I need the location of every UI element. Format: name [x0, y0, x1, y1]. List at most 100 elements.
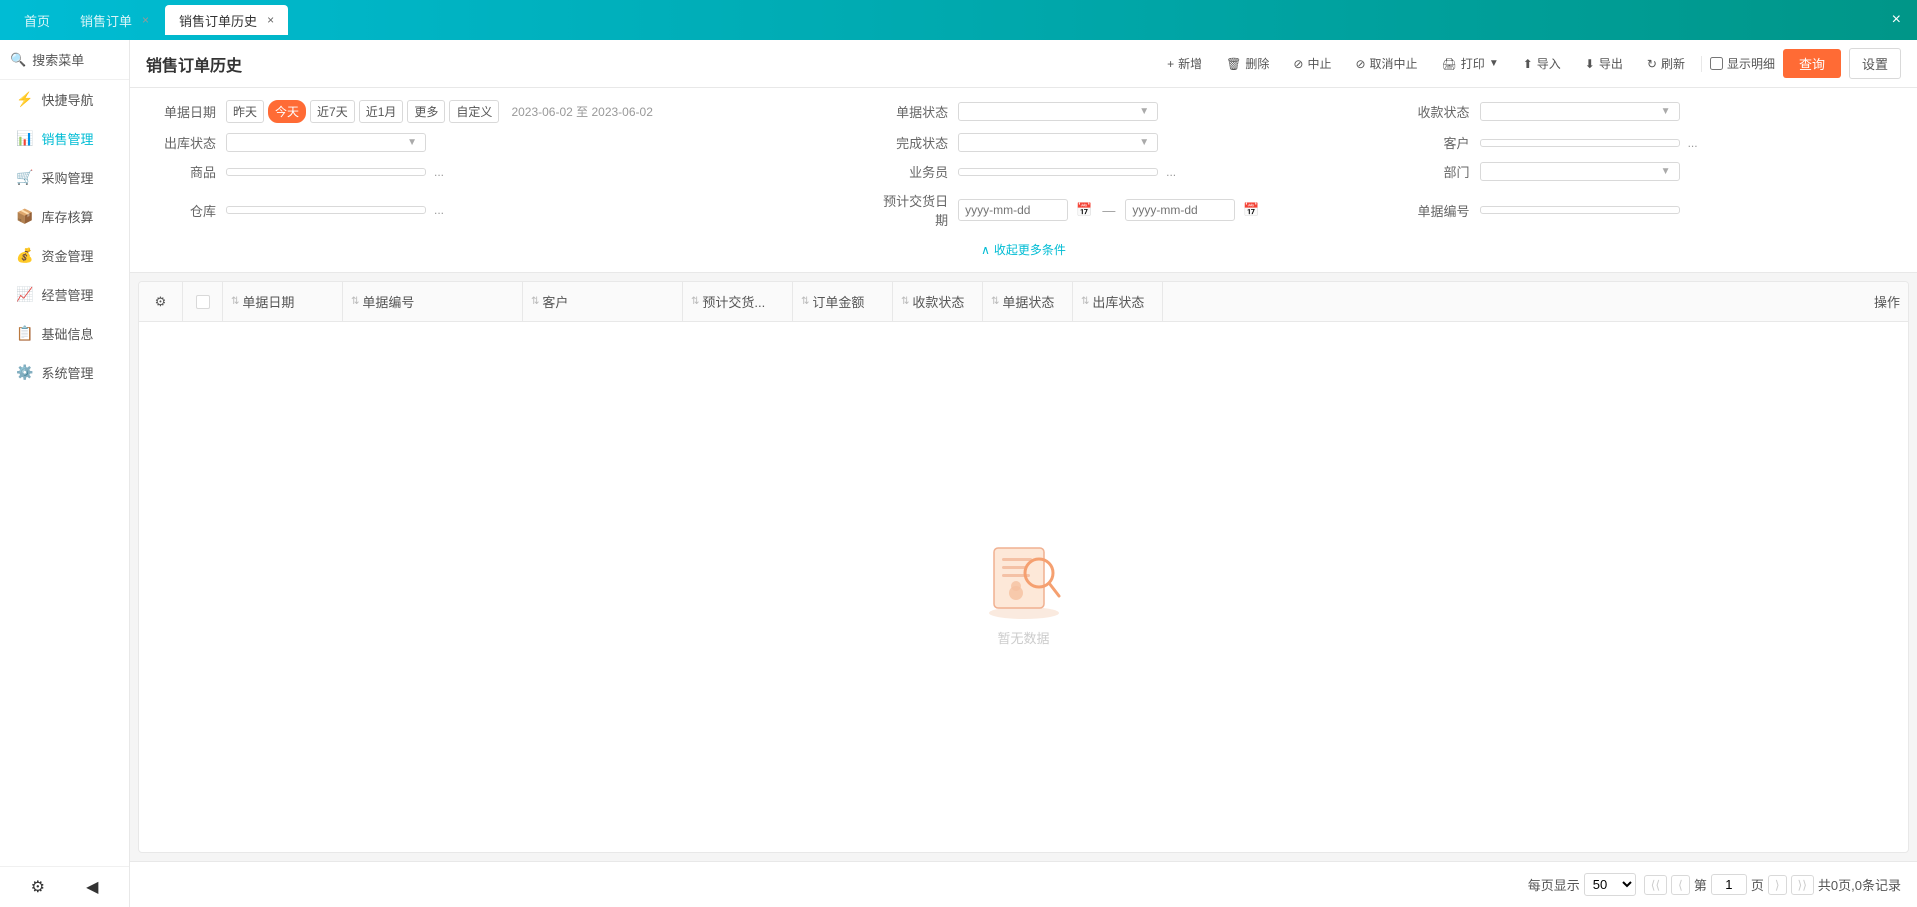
page-nav: ⟨⟨ ⟨ 第 页 ⟩ ⟩⟩ 共0页,0条记录 [1644, 874, 1901, 895]
customer-label: 客户 [1400, 133, 1480, 152]
sidebar-item-quick-nav[interactable]: ⚡ 快捷导航 [0, 80, 129, 119]
sidebar-item-basic-info[interactable]: 📋 基础信息 [0, 314, 129, 353]
th-bill-status[interactable]: ⇅ 单据状态 [983, 282, 1073, 321]
top-close-btn[interactable]: × [1886, 9, 1907, 31]
sidebar-settings-icon[interactable]: ⚙ [31, 877, 45, 897]
delete-button[interactable]: 🗑 删除 [1218, 51, 1277, 76]
th-date[interactable]: ⇅ 单据日期 [223, 282, 343, 321]
payment-status-select[interactable]: ▼ [1480, 102, 1680, 121]
date-btn-yesterday[interactable]: 昨天 [226, 100, 264, 123]
stop-button[interactable]: ⊘ 中止 [1285, 51, 1339, 76]
bill-date-field: 昨天 今天 近7天 近1月 更多 自定义 2023-06-02 至 2023-0… [226, 100, 858, 123]
salesman-select[interactable] [958, 168, 1158, 176]
sidebar-item-inventory[interactable]: 📦 库存核算 [0, 197, 129, 236]
th-settings[interactable]: ⚙ [139, 282, 183, 321]
page-size-select[interactable]: 10 20 50 100 [1584, 873, 1636, 896]
sidebar-item-inventory-label: 库存核算 [41, 207, 93, 226]
date-btn-more[interactable]: 更多 [407, 100, 445, 123]
export-button[interactable]: ⬇ 导出 [1577, 51, 1631, 76]
sidebar-search[interactable]: 🔍 搜索菜单 [0, 40, 129, 80]
next-page-btn[interactable]: ⟩ [1768, 875, 1787, 895]
goods-more-btn[interactable]: ... [430, 165, 448, 179]
date-btn-7days[interactable]: 近7天 [310, 100, 355, 123]
filter-row-1: 单据日期 昨天 今天 近7天 近1月 更多 自定义 2023-06-02 至 2… [146, 100, 1901, 123]
bill-status-arrow-icon: ▼ [1139, 106, 1149, 117]
bill-date-label: 单据日期 [146, 102, 226, 121]
bill-status-field: ▼ [958, 102, 1379, 121]
last-page-btn[interactable]: ⟩⟩ [1791, 875, 1814, 895]
warehouse-status-select[interactable]: ▼ [226, 133, 426, 152]
cancel-stop-button[interactable]: ⊘ 取消中止 [1347, 51, 1425, 76]
bill-no-input[interactable] [1480, 206, 1680, 214]
delivery-date-end-cal-icon[interactable]: 📅 [1243, 202, 1259, 218]
date-btn-custom[interactable]: 自定义 [449, 100, 499, 123]
page-size-wrapper: 每页显示 10 20 50 100 [1528, 873, 1636, 896]
empty-text: 暂无数据 [997, 628, 1049, 647]
th-pay-status[interactable]: ⇅ 收款状态 [893, 282, 983, 321]
salesman-more-btn[interactable]: ... [1162, 165, 1180, 179]
complete-status-arrow-icon: ▼ [1139, 137, 1149, 148]
prev-page-btn[interactable]: ⟨ [1671, 875, 1690, 895]
collapse-button[interactable]: ∧ 收起更多条件 [979, 239, 1068, 260]
customer-select[interactable] [1480, 139, 1680, 147]
sidebar-item-purchase-mgmt[interactable]: 🛒 采购管理 [0, 158, 129, 197]
sort-delivery-icon: ⇅ [691, 296, 699, 307]
delivery-date-start-input[interactable] [958, 199, 1068, 221]
delivery-date-end-input[interactable] [1125, 199, 1235, 221]
first-page-btn[interactable]: ⟨⟨ [1644, 875, 1667, 895]
top-bar-right: × [1886, 9, 1907, 31]
department-field: ▼ [1480, 162, 1901, 181]
th-checkbox[interactable] [183, 282, 223, 321]
warehouse-label: 仓库 [146, 201, 226, 220]
query-button[interactable]: 查询 [1783, 49, 1841, 78]
complete-status-field: ▼ [958, 133, 1379, 152]
filter-area: 单据日期 昨天 今天 近7天 近1月 更多 自定义 2023-06-02 至 2… [130, 88, 1917, 273]
tab-sales-history-close[interactable]: × [267, 13, 274, 27]
page-suffix: 页 [1751, 875, 1764, 894]
sidebar-expand-icon[interactable]: ◀ [86, 877, 98, 897]
th-no[interactable]: ⇅ 单据编号 [343, 282, 523, 321]
delivery-date-start-cal-icon[interactable]: 📅 [1076, 202, 1092, 218]
tab-sales-order[interactable]: 销售订单 × [66, 5, 163, 35]
show-detail-checkbox-wrapper[interactable]: 显示明细 [1710, 55, 1775, 72]
settings-button[interactable]: 设置 [1849, 48, 1901, 79]
department-select[interactable]: ▼ [1480, 162, 1680, 181]
empty-illustration [964, 528, 1084, 628]
sidebar-item-sales-mgmt-label: 销售管理 [41, 129, 93, 148]
date-btn-1month[interactable]: 近1月 [359, 100, 404, 123]
content-area: 销售订单历史 + 新增 🗑 删除 ⊘ 中止 ⊘ 取消中止 [130, 40, 1917, 907]
print-button[interactable]: 🖨 打印 ▼ [1434, 51, 1507, 76]
sidebar-item-operations[interactable]: 📈 经营管理 [0, 275, 129, 314]
bill-status-select[interactable]: ▼ [958, 102, 1158, 121]
warehouse-select[interactable] [226, 206, 426, 214]
th-amount[interactable]: ⇅ 订单金额 [793, 282, 893, 321]
refresh-icon: ↻ [1647, 57, 1657, 71]
th-customer[interactable]: ⇅ 客户 [523, 282, 683, 321]
sidebar-item-purchase-mgmt-label: 采购管理 [41, 168, 93, 187]
show-detail-checkbox[interactable] [1710, 57, 1723, 70]
header-checkbox[interactable] [196, 295, 210, 309]
complete-status-select[interactable]: ▼ [958, 133, 1158, 152]
plus-icon: + [1167, 57, 1174, 71]
tab-home[interactable]: 首页 [10, 5, 64, 35]
sidebar-item-finance[interactable]: 💰 资金管理 [0, 236, 129, 275]
page-input[interactable] [1711, 874, 1747, 895]
import-button[interactable]: ⬆ 导入 [1515, 51, 1569, 76]
sidebar-item-quick-nav-label: 快捷导航 [41, 90, 93, 109]
table-settings-icon[interactable]: ⚙ [155, 294, 167, 310]
warehouse-more-btn[interactable]: ... [430, 203, 448, 217]
sidebar-item-system[interactable]: ⚙️ 系统管理 [0, 353, 129, 392]
refresh-button[interactable]: ↻ 刷新 [1639, 51, 1693, 76]
th-warehouse-status[interactable]: ⇅ 出库状态 [1073, 282, 1163, 321]
th-delivery[interactable]: ⇅ 预计交货... [683, 282, 793, 321]
date-btn-today[interactable]: 今天 [268, 100, 306, 123]
print-arrow-icon: ▼ [1489, 58, 1499, 69]
sidebar-item-basic-info-label: 基础信息 [41, 324, 93, 343]
customer-more-btn[interactable]: ... [1684, 136, 1702, 150]
tab-sales-order-close[interactable]: × [142, 13, 149, 27]
new-button[interactable]: + 新增 [1159, 51, 1210, 76]
tab-sales-history[interactable]: 销售订单历史 × [165, 5, 288, 35]
filter-row-3: 商品 ... 业务员 ... 部门 [146, 162, 1901, 181]
sidebar-item-sales-mgmt[interactable]: 📊 销售管理 [0, 119, 129, 158]
goods-select[interactable] [226, 168, 426, 176]
